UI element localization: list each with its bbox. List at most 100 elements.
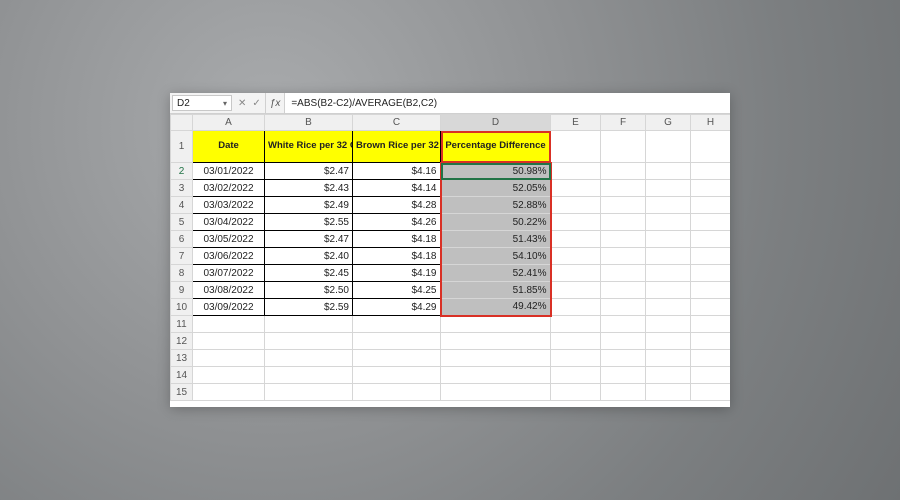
confirm-icon[interactable]: ✓: [252, 98, 260, 109]
cell-empty[interactable]: [353, 367, 441, 384]
cell-empty[interactable]: [646, 265, 691, 282]
row-header[interactable]: 14: [171, 367, 193, 384]
cell-empty[interactable]: [551, 384, 601, 401]
cell-empty[interactable]: [551, 333, 601, 350]
cell-empty[interactable]: [353, 350, 441, 367]
cell-white-rice[interactable]: $2.47: [265, 231, 353, 248]
cell-empty[interactable]: [193, 367, 265, 384]
cell-empty[interactable]: [193, 384, 265, 401]
cell-empty[interactable]: [646, 384, 691, 401]
cell-pct-diff[interactable]: 51.43%: [441, 231, 551, 248]
cancel-icon[interactable]: ✕: [238, 98, 246, 109]
cell-empty[interactable]: [601, 282, 646, 299]
cell-white-rice[interactable]: $2.50: [265, 282, 353, 299]
cell-empty[interactable]: [646, 231, 691, 248]
cell-date[interactable]: 03/08/2022: [193, 282, 265, 299]
cell-empty[interactable]: [441, 333, 551, 350]
row-header[interactable]: 11: [171, 316, 193, 333]
cell-E1[interactable]: [551, 131, 601, 163]
cell-date[interactable]: 03/02/2022: [193, 180, 265, 197]
cell-empty[interactable]: [691, 367, 731, 384]
cell-empty[interactable]: [601, 367, 646, 384]
cell-brown-rice[interactable]: $4.28: [353, 197, 441, 214]
row-header-1[interactable]: 1: [171, 131, 193, 163]
cell-empty[interactable]: [646, 197, 691, 214]
cell-empty[interactable]: [646, 248, 691, 265]
row-header[interactable]: 7: [171, 248, 193, 265]
cell-empty[interactable]: [646, 299, 691, 316]
cell-F1[interactable]: [601, 131, 646, 163]
cell-empty[interactable]: [601, 248, 646, 265]
cell-date[interactable]: 03/03/2022: [193, 197, 265, 214]
cell-brown-rice[interactable]: $4.29: [353, 299, 441, 316]
row-header[interactable]: 13: [171, 350, 193, 367]
cell-empty[interactable]: [691, 316, 731, 333]
cell-date[interactable]: 03/07/2022: [193, 265, 265, 282]
cell-empty[interactable]: [441, 367, 551, 384]
cell-empty[interactable]: [193, 333, 265, 350]
cell-empty[interactable]: [265, 316, 353, 333]
cell-empty[interactable]: [646, 214, 691, 231]
cell-empty[interactable]: [353, 384, 441, 401]
formula-input[interactable]: =ABS(B2-C2)/AVERAGE(B2,C2): [285, 93, 730, 113]
cell-pct-diff[interactable]: 50.22%: [441, 214, 551, 231]
col-header-G[interactable]: G: [646, 115, 691, 131]
cell-empty[interactable]: [551, 197, 601, 214]
col-header-D[interactable]: D: [441, 115, 551, 131]
row-header[interactable]: 6: [171, 231, 193, 248]
cell-empty[interactable]: [691, 197, 731, 214]
cell-empty[interactable]: [551, 299, 601, 316]
cell-brown-rice[interactable]: $4.26: [353, 214, 441, 231]
col-header-C[interactable]: C: [353, 115, 441, 131]
cell-empty[interactable]: [551, 282, 601, 299]
cell-date[interactable]: 03/05/2022: [193, 231, 265, 248]
cell-empty[interactable]: [646, 367, 691, 384]
col-header-H[interactable]: H: [691, 115, 731, 131]
cell-brown-rice[interactable]: $4.19: [353, 265, 441, 282]
select-all-corner[interactable]: [171, 115, 193, 131]
header-pct-diff[interactable]: Percentage Difference: [441, 131, 551, 163]
col-header-B[interactable]: B: [265, 115, 353, 131]
cell-empty[interactable]: [646, 316, 691, 333]
cell-brown-rice[interactable]: $4.18: [353, 248, 441, 265]
cell-empty[interactable]: [551, 248, 601, 265]
cell-empty[interactable]: [353, 316, 441, 333]
cell-empty[interactable]: [601, 180, 646, 197]
cell-pct-diff[interactable]: 52.05%: [441, 180, 551, 197]
cell-white-rice[interactable]: $2.49: [265, 197, 353, 214]
cell-pct-diff[interactable]: 52.41%: [441, 265, 551, 282]
cell-H1[interactable]: [691, 131, 731, 163]
row-header[interactable]: 15: [171, 384, 193, 401]
cell-empty[interactable]: [601, 265, 646, 282]
cell-empty[interactable]: [601, 299, 646, 316]
cell-empty[interactable]: [691, 282, 731, 299]
cell-brown-rice[interactable]: $4.18: [353, 231, 441, 248]
cell-empty[interactable]: [601, 163, 646, 180]
cell-empty[interactable]: [691, 231, 731, 248]
row-header[interactable]: 5: [171, 214, 193, 231]
spreadsheet-grid[interactable]: A B C D E F G H 1 Date White Rice per 32…: [170, 114, 730, 407]
header-white-rice[interactable]: White Rice per 32 Ounce Bag: [265, 131, 353, 163]
cell-pct-diff[interactable]: 52.88%: [441, 197, 551, 214]
cell-empty[interactable]: [193, 350, 265, 367]
cell-white-rice[interactable]: $2.43: [265, 180, 353, 197]
cell-G1[interactable]: [646, 131, 691, 163]
row-header[interactable]: 8: [171, 265, 193, 282]
cell-empty[interactable]: [551, 350, 601, 367]
fx-label[interactable]: ƒx: [265, 93, 286, 113]
row-header[interactable]: 2: [171, 163, 193, 180]
cell-empty[interactable]: [441, 350, 551, 367]
cell-empty[interactable]: [691, 180, 731, 197]
cell-date[interactable]: 03/06/2022: [193, 248, 265, 265]
cell-empty[interactable]: [691, 214, 731, 231]
cell-pct-diff[interactable]: 51.85%: [441, 282, 551, 299]
cell-white-rice[interactable]: $2.45: [265, 265, 353, 282]
cell-empty[interactable]: [551, 367, 601, 384]
cell-date[interactable]: 03/01/2022: [193, 163, 265, 180]
cell-empty[interactable]: [691, 384, 731, 401]
name-box[interactable]: D2 ▾: [172, 95, 232, 111]
cell-empty[interactable]: [646, 163, 691, 180]
cell-empty[interactable]: [441, 384, 551, 401]
cell-white-rice[interactable]: $2.40: [265, 248, 353, 265]
cell-empty[interactable]: [353, 333, 441, 350]
